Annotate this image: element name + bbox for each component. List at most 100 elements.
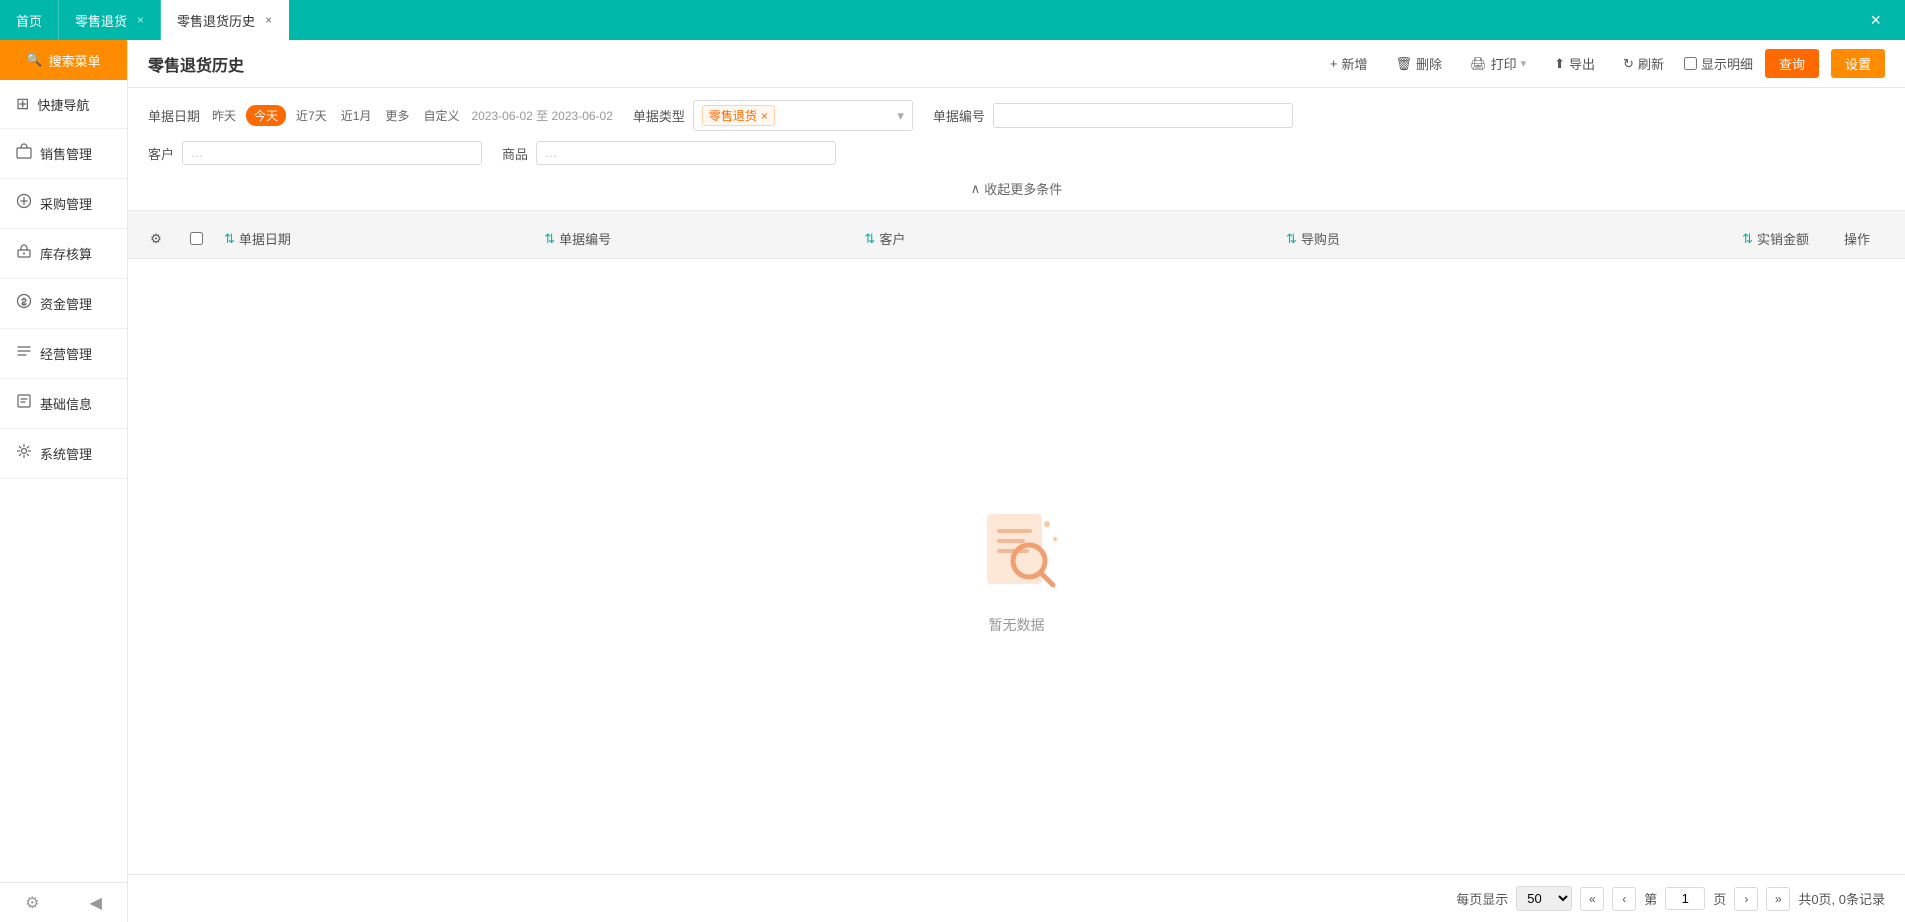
export-button[interactable]: ⬆ 导出 <box>1546 50 1603 77</box>
tab-retail-return-close[interactable]: × <box>137 13 144 27</box>
settings-bottom-icon[interactable]: ⚙ <box>25 893 39 913</box>
sidebar-item-system-label: 系统管理 <box>40 444 92 463</box>
sidebar-item-sales[interactable]: 销售管理 <box>0 129 127 179</box>
search-icon: 🔍 <box>26 52 42 68</box>
filter-bill-type: 单据类型 零售退货 × ▾ <box>633 100 913 131</box>
new-label: 新增 <box>1342 54 1368 73</box>
quick-nav-icon: ⊞ <box>16 94 29 114</box>
sidebar-item-system[interactable]: 系统管理 <box>0 429 127 479</box>
bill-type-tag: 零售退货 × <box>702 105 775 126</box>
empty-state: 暂无数据 <box>128 259 1905 874</box>
date-range-display: 2023-06-02 至 2023-06-02 <box>471 107 612 124</box>
sidebar-item-operation[interactable]: 经营管理 <box>0 329 127 379</box>
sidebar: 🔍 搜索菜单 ⊞ 快捷导航 销售管理 采购管理 <box>0 40 128 922</box>
top-bar-right: × <box>1862 10 1905 31</box>
tab-retail-return[interactable]: 零售退货 × <box>59 0 161 40</box>
export-label: 导出 <box>1569 54 1595 73</box>
first-page-button[interactable]: « <box>1580 887 1604 911</box>
show-detail-checkbox[interactable]: 显示明细 <box>1684 54 1753 73</box>
th-billno-label: 单据编号 <box>559 229 611 248</box>
sidebar-item-purchase[interactable]: 采购管理 <box>0 179 127 229</box>
pagination: 每页显示 50 20 100 « ‹ 第 页 › » 共0页, 0条记录 <box>128 874 1905 922</box>
sidebar-search-label: 搜索菜单 <box>49 51 101 70</box>
th-billno-icon: ⇅ <box>544 231 555 247</box>
per-page-label: 每页显示 <box>1456 889 1508 908</box>
show-detail-input[interactable] <box>1684 57 1697 70</box>
tab-home[interactable]: 首页 <box>0 0 59 40</box>
last-page-button[interactable]: » <box>1766 887 1790 911</box>
next-page-button[interactable]: › <box>1734 887 1758 911</box>
basic-info-icon <box>16 393 32 414</box>
date-btn-today[interactable]: 今天 <box>246 105 286 126</box>
th-amount: ⇅ 实销金额 <box>1598 229 1817 248</box>
new-button[interactable]: + 新增 <box>1322 50 1376 77</box>
header-actions: + 新增 🗑 删除 🖨 打印 ▾ ⬆ 导出 ↻ 刷新 <box>1322 49 1885 78</box>
collapse-up-icon: ∧ <box>971 181 981 197</box>
th-billno: ⇅ 单据编号 <box>536 229 856 248</box>
filter-bill-no: 单据编号 <box>933 103 1293 128</box>
date-btn-yesterday[interactable]: 昨天 <box>208 105 240 126</box>
goods-select[interactable]: … <box>536 141 836 165</box>
date-btn-more[interactable]: 更多 <box>381 105 413 126</box>
th-settings[interactable]: ⚙ <box>136 231 176 247</box>
th-guide-icon: ⇅ <box>1286 231 1297 247</box>
bill-type-value: 零售退货 <box>709 107 757 124</box>
refresh-button[interactable]: ↻ 刷新 <box>1615 50 1672 77</box>
sidebar-item-basic-info[interactable]: 基础信息 <box>0 379 127 429</box>
sidebar-item-sales-label: 销售管理 <box>40 144 92 163</box>
date-btn-7days[interactable]: 近7天 <box>292 105 331 126</box>
sidebar-bottom: ⚙ ◀ <box>0 882 127 922</box>
sidebar-item-quick-nav[interactable]: ⊞ 快捷导航 <box>0 80 127 129</box>
goods-label: 商品 <box>502 144 528 163</box>
tab-retail-return-history-label: 零售退货历史 <box>177 11 255 30</box>
bill-no-input[interactable] <box>993 103 1293 128</box>
th-date-icon: ⇅ <box>224 231 235 247</box>
query-button[interactable]: 查询 <box>1765 49 1819 78</box>
th-guide: ⇅ 导购员 <box>1278 229 1598 248</box>
th-customer-label: 客户 <box>879 229 905 248</box>
customer-select[interactable]: … <box>182 141 482 165</box>
per-page-select[interactable]: 50 20 100 <box>1516 886 1572 911</box>
bill-type-tag-close[interactable]: × <box>761 109 768 123</box>
print-button[interactable]: 🖨 打印 ▾ <box>1462 50 1534 77</box>
bill-type-dropdown-icon: ▾ <box>897 108 904 124</box>
th-guide-label: 导购员 <box>1301 229 1340 248</box>
sidebar-item-purchase-label: 采购管理 <box>40 194 92 213</box>
date-btn-1month[interactable]: 近1月 <box>337 105 376 126</box>
collapse-label: 收起更多条件 <box>984 179 1062 198</box>
main-layout: 🔍 搜索菜单 ⊞ 快捷导航 销售管理 采购管理 <box>0 40 1905 922</box>
purchase-icon <box>16 193 32 214</box>
tab-retail-return-history-close[interactable]: × <box>265 13 272 27</box>
collapse-filter-button[interactable]: ∧ 收起更多条件 <box>959 175 1075 202</box>
collapse-sidebar-icon[interactable]: ◀ <box>90 893 102 913</box>
operation-icon <box>16 343 32 364</box>
settings-button[interactable]: 设置 <box>1831 49 1885 78</box>
table-header: ⚙ ⇅ 单据日期 ⇅ 单据编号 ⇅ 客户 ⇅ <box>128 219 1905 259</box>
sidebar-search[interactable]: 🔍 搜索菜单 <box>0 40 127 80</box>
refresh-icon: ↻ <box>1623 56 1634 72</box>
th-date-label: 单据日期 <box>239 229 291 248</box>
export-icon: ⬆ <box>1554 56 1565 72</box>
delete-icon: 🗑 <box>1396 56 1413 72</box>
page-number-input[interactable] <box>1665 887 1705 910</box>
close-window-button[interactable]: × <box>1862 10 1889 31</box>
prev-page-button[interactable]: ‹ <box>1612 887 1636 911</box>
date-filter-label: 单据日期 <box>148 106 200 125</box>
print-dropdown-icon: ▾ <box>1521 57 1527 70</box>
delete-button[interactable]: 🗑 删除 <box>1388 50 1451 77</box>
sidebar-item-basic-info-label: 基础信息 <box>40 394 92 413</box>
filter-customer: 客户 … <box>148 141 482 165</box>
th-amount-icon: ⇅ <box>1742 231 1753 247</box>
inventory-icon <box>16 243 32 264</box>
tab-retail-return-history[interactable]: 零售退货历史 × <box>161 0 289 40</box>
sidebar-item-inventory[interactable]: 库存核算 <box>0 229 127 279</box>
show-detail-label: 显示明细 <box>1701 54 1753 73</box>
date-filter-options: 昨天 今天 近7天 近1月 更多 自定义 <box>208 105 463 126</box>
sidebar-item-finance[interactable]: 资金管理 <box>0 279 127 329</box>
th-customer-icon: ⇅ <box>864 231 875 247</box>
filter-goods: 商品 … <box>502 141 836 165</box>
th-checkbox[interactable] <box>176 232 216 245</box>
bill-type-select[interactable]: 零售退货 × ▾ <box>693 100 913 131</box>
date-btn-custom[interactable]: 自定义 <box>419 105 463 126</box>
select-all-checkbox[interactable] <box>190 232 203 245</box>
